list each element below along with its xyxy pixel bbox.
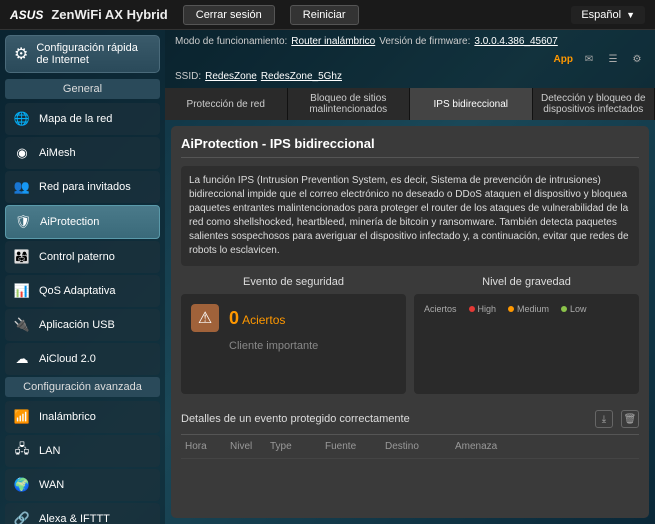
page-title: AiProtection - IPS bidireccional (181, 136, 639, 158)
wifi-icon: 📶 (13, 408, 31, 426)
fw-value[interactable]: 3.0.0.4.386_45607 (474, 36, 557, 47)
language-selector[interactable]: Español ▼ (571, 6, 645, 24)
chart-icon: 📊 (13, 282, 31, 300)
nav-wireless[interactable]: 📶Inalámbrico (5, 401, 160, 433)
col-time: Hora (185, 441, 230, 452)
info-bar: Modo de funcionamiento: Router inalámbri… (165, 30, 655, 88)
col-level: Nivel (230, 441, 270, 452)
export-button[interactable]: ⤓ (595, 410, 613, 428)
page-description: La función IPS (Intrusion Prevention Sys… (181, 166, 639, 266)
section-advanced: Configuración avanzada (5, 377, 160, 397)
security-event-panel: ⚠ 0 Aciertos Cliente importante (181, 294, 406, 394)
tab-ips[interactable]: IPS bidireccional (410, 88, 533, 120)
app-badge[interactable]: App (554, 54, 573, 65)
cloud-icon: ☁ (13, 350, 31, 368)
tab-network-protection[interactable]: Protección de red (165, 88, 288, 120)
table-header: Hora Nivel Type Fuente Destino Amenaza (181, 435, 639, 459)
fw-label: Versión de firmware: (379, 36, 470, 47)
nav-alexa-ifttt[interactable]: 🔗Alexa & IFTTT (5, 503, 160, 524)
ssid2[interactable]: RedesZone_5Ghz (261, 71, 342, 82)
tab-malicious-sites[interactable]: Bloqueo de sitios malintencionados (288, 88, 411, 120)
globe-icon: 🌐 (13, 110, 31, 128)
usb-icon: 🔌 (13, 316, 31, 334)
col-dest: Destino (385, 441, 455, 452)
legend-low: Low (561, 304, 587, 314)
details-title: Detalles de un evento protegido correcta… (181, 413, 410, 425)
quick-setup-label: Configuración rápida de Internet (36, 42, 151, 66)
tab-infected-devices[interactable]: Detección y bloqueo de dispositivos infe… (533, 88, 655, 120)
threat-icon: ⚠ (191, 304, 219, 332)
severity-header: Nivel de gravedad (414, 276, 639, 288)
mesh-icon: ◉ (13, 144, 31, 162)
nav-aimesh[interactable]: ◉AiMesh (5, 137, 160, 169)
client-label: Cliente importante (229, 340, 396, 352)
legend-hits: Aciertos (424, 304, 457, 314)
shield-icon: 🛡 (14, 213, 32, 231)
nav-aicloud[interactable]: ☁AiCloud 2.0 (5, 343, 160, 375)
ssid-label: SSID: (175, 71, 201, 82)
model-name: ZenWiFi AX Hybrid (51, 7, 167, 22)
nav-lan[interactable]: 🖧LAN (5, 435, 160, 467)
logout-button[interactable]: Cerrar sesión (183, 5, 275, 25)
mode-label: Modo de funcionamiento: (175, 36, 287, 47)
notify-icon[interactable]: ✉ (581, 51, 597, 67)
nav-wan[interactable]: 🌍WAN (5, 469, 160, 501)
col-threat: Amenaza (455, 441, 635, 452)
mode-value[interactable]: Router inalámbrico (291, 36, 375, 47)
users-icon: 👥 (13, 178, 31, 196)
language-label: Español (581, 9, 621, 21)
col-source: Fuente (325, 441, 385, 452)
section-general: General (5, 79, 160, 99)
quick-setup-button[interactable]: ⚙ Configuración rápida de Internet (5, 35, 160, 73)
delete-button[interactable]: 🗑 (621, 410, 639, 428)
nav-qos[interactable]: 📊QoS Adaptativa (5, 275, 160, 307)
reboot-button[interactable]: Reiniciar (290, 5, 359, 25)
family-icon: 👨‍👩‍👧 (13, 248, 31, 266)
legend-high: High (469, 304, 497, 314)
chevron-down-icon: ▼ (626, 10, 635, 20)
severity-panel: Aciertos High Medium Low (414, 294, 639, 394)
nav-parental[interactable]: 👨‍👩‍👧Control paterno (5, 241, 160, 273)
security-event-header: Evento de seguridad (181, 276, 406, 288)
hits-count: 0 (229, 308, 239, 328)
hits-label: Aciertos (242, 313, 285, 327)
lan-icon: 🖧 (13, 442, 31, 460)
wan-icon: 🌍 (13, 476, 31, 494)
nav-network-map[interactable]: 🌐Mapa de la red (5, 103, 160, 135)
settings-icon[interactable]: ⚙ (629, 51, 645, 67)
link-icon: 🔗 (13, 510, 31, 524)
brand-logo: ASUS (10, 8, 43, 22)
nav-guest-network[interactable]: 👥Red para invitados (5, 171, 160, 203)
gear-icon: ⚙ (14, 44, 28, 64)
sidebar: ⚙ Configuración rápida de Internet Gener… (0, 30, 165, 524)
feedback-icon[interactable]: ☰ (605, 51, 621, 67)
nav-aiprotection[interactable]: 🛡AiProtection (5, 205, 160, 239)
content-area: AiProtection - IPS bidireccional La func… (171, 126, 649, 518)
legend-medium: Medium (508, 304, 549, 314)
ssid1[interactable]: RedesZone (205, 71, 257, 82)
col-type: Type (270, 441, 325, 452)
subtabs: Protección de red Bloqueo de sitios mali… (165, 88, 655, 120)
nav-usb-app[interactable]: 🔌Aplicación USB (5, 309, 160, 341)
